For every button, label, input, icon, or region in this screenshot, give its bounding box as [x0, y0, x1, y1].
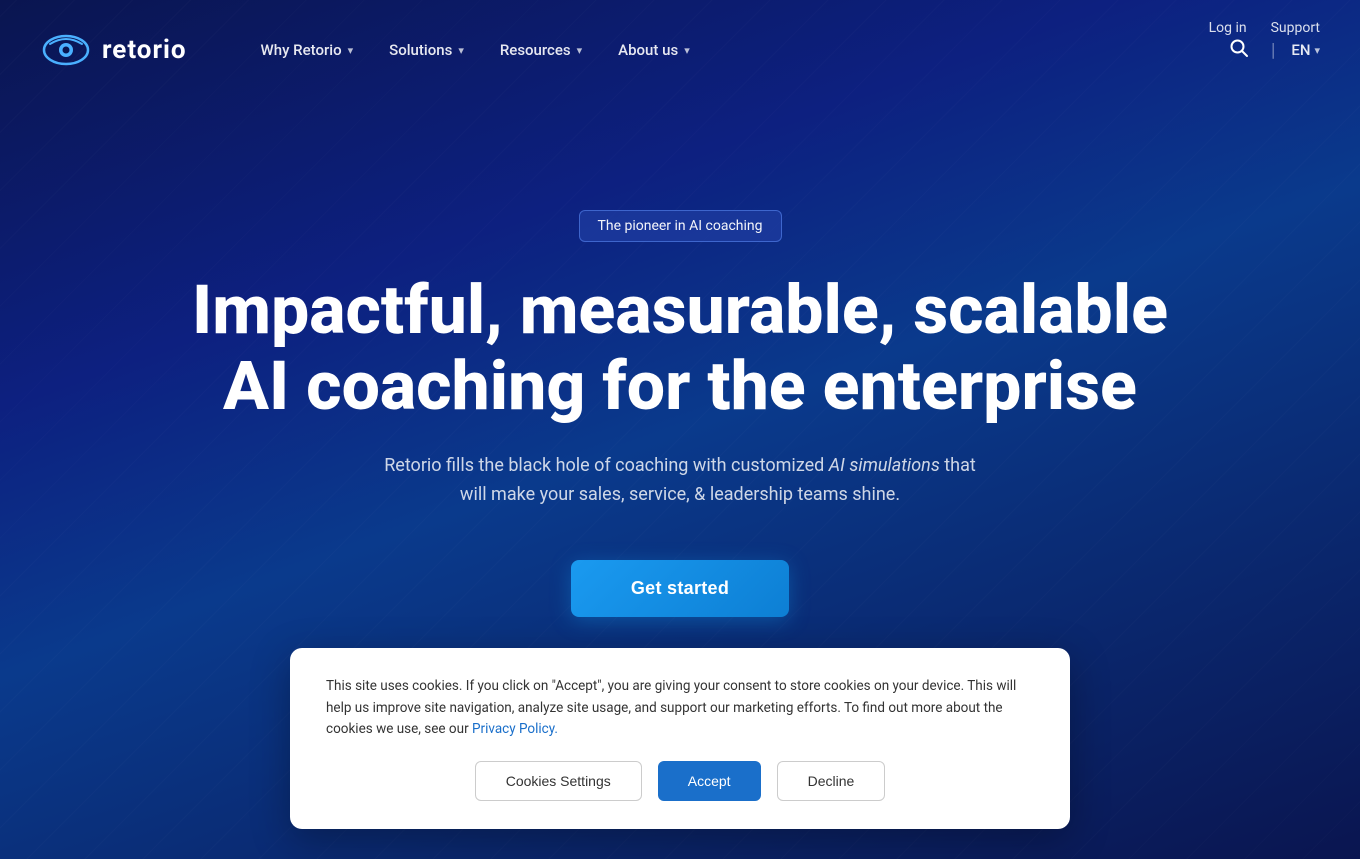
nav-item-why-retorio[interactable]: Why Retorio ▾	[247, 33, 368, 67]
nav-item-solutions[interactable]: Solutions ▾	[375, 33, 478, 67]
nav-divider: |	[1271, 40, 1275, 61]
chevron-down-icon: ▾	[458, 44, 464, 57]
nav-item-resources[interactable]: Resources ▾	[486, 33, 596, 67]
hero-badge: The pioneer in AI coaching	[579, 210, 782, 242]
cookies-settings-button[interactable]: Cookies Settings	[475, 761, 642, 801]
page-background: Log in Support retorio Why Retorio ▾ Sol	[0, 0, 1360, 859]
decline-cookies-button[interactable]: Decline	[777, 761, 886, 801]
navbar: retorio Why Retorio ▾ Solutions ▾ Resour…	[0, 0, 1360, 100]
nav-item-about-us[interactable]: About us ▾	[604, 33, 704, 67]
accept-cookies-button[interactable]: Accept	[658, 761, 761, 801]
cookie-banner: This site uses cookies. If you click on …	[290, 648, 1070, 829]
cookie-message: This site uses cookies. If you click on …	[326, 676, 1034, 741]
get-started-button[interactable]: Get started	[571, 560, 789, 617]
logo[interactable]: retorio	[40, 32, 187, 68]
hero-title: Impactful, measurable, scalable AI coach…	[192, 272, 1168, 424]
nav-right: | EN ▾	[1223, 32, 1320, 69]
hero-subtitle: Retorio fills the black hole of coaching…	[380, 452, 980, 510]
nav-links: Why Retorio ▾ Solutions ▾ Resources ▾ Ab…	[247, 33, 1223, 67]
chevron-down-icon: ▾	[1314, 44, 1320, 57]
hero-section: The pioneer in AI coaching Impactful, me…	[0, 100, 1360, 617]
chevron-down-icon: ▾	[684, 44, 690, 57]
chevron-down-icon: ▾	[348, 44, 354, 57]
privacy-policy-link[interactable]: Privacy Policy.	[472, 721, 558, 737]
logo-text: retorio	[102, 35, 187, 65]
search-icon[interactable]	[1223, 32, 1255, 69]
cookie-buttons: Cookies Settings Accept Decline	[326, 761, 1034, 801]
language-selector[interactable]: EN ▾	[1291, 41, 1320, 59]
retorio-logo-icon	[40, 32, 92, 68]
chevron-down-icon: ▾	[577, 44, 583, 57]
